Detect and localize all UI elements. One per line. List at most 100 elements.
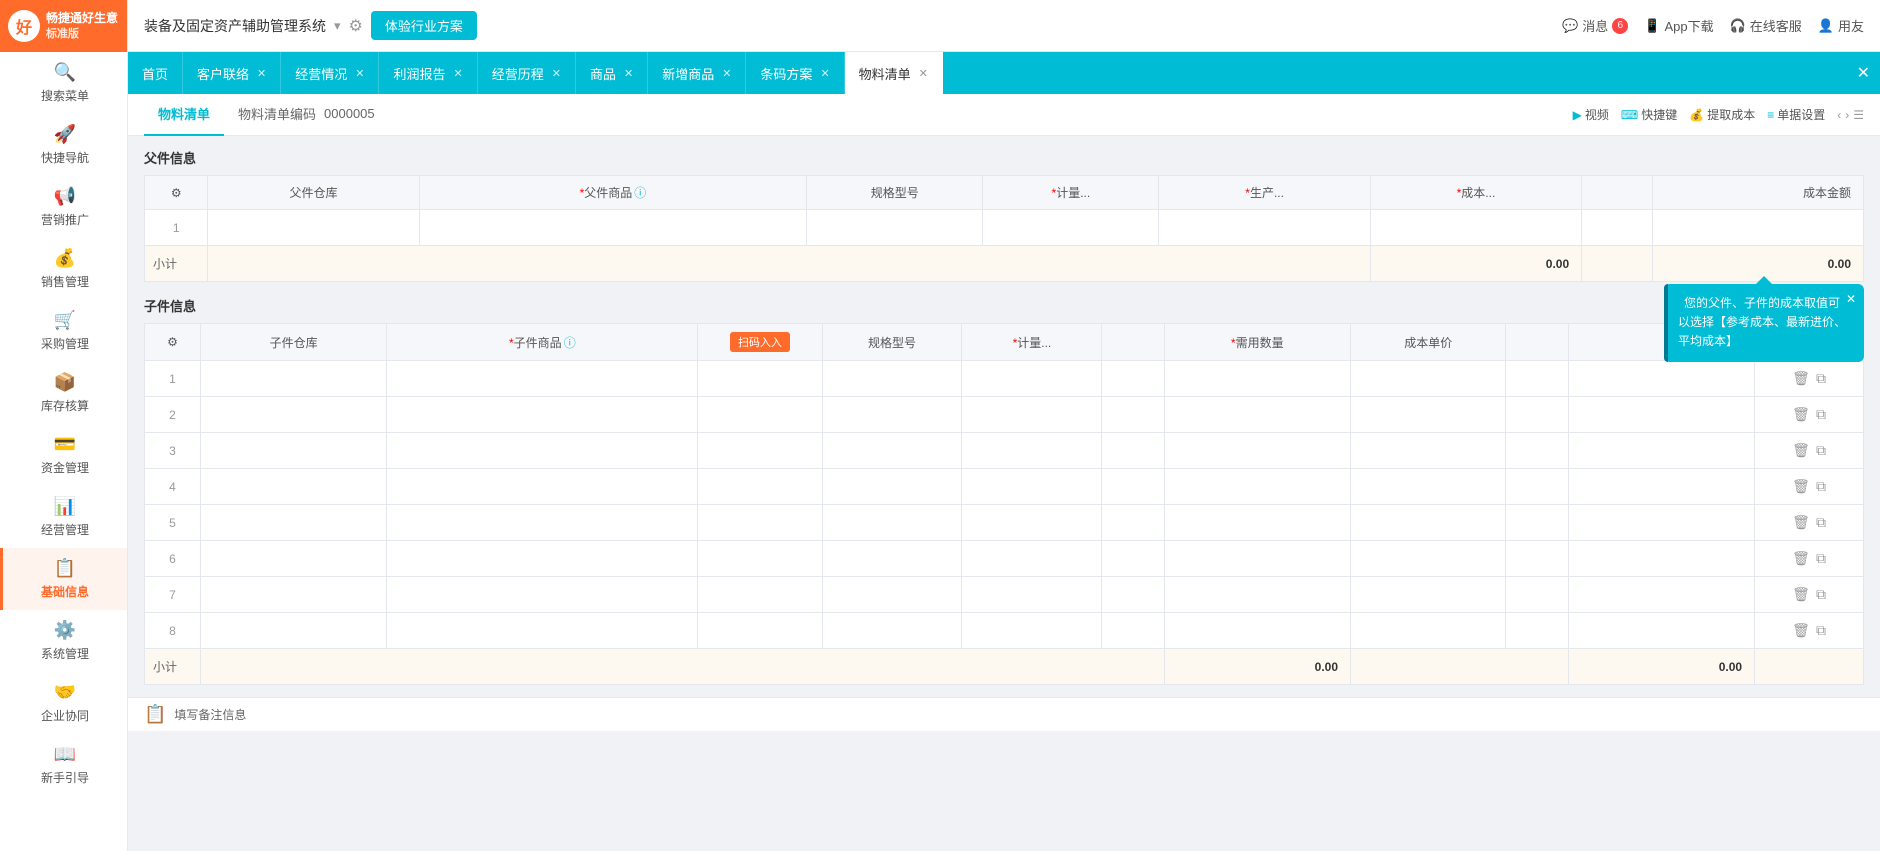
nav-tab-close-5[interactable]: ✕ bbox=[624, 67, 633, 80]
child-row-qty-6[interactable] bbox=[1164, 541, 1351, 577]
child-delete-icon-6[interactable]: 🗑 bbox=[1792, 550, 1810, 567]
parent-col-settings[interactable]: ⚙ bbox=[145, 176, 208, 210]
child-row-unit-5[interactable] bbox=[962, 505, 1102, 541]
child-row-spec-6[interactable] bbox=[822, 541, 962, 577]
child-row-scan-1[interactable] bbox=[698, 361, 822, 397]
prev-icon[interactable]: ‹ bbox=[1837, 108, 1841, 122]
more-icon[interactable]: ☰ bbox=[1853, 108, 1864, 122]
child-row-unit-1[interactable] bbox=[962, 361, 1102, 397]
sidebar-item-enterprise[interactable]: 🤝企业协同 bbox=[0, 672, 127, 734]
parent-row-spec[interactable] bbox=[807, 210, 983, 246]
child-col-scan[interactable]: 扫码入入 bbox=[698, 324, 822, 361]
child-row-spec-8[interactable] bbox=[822, 613, 962, 649]
child-row-warehouse-2[interactable] bbox=[200, 397, 387, 433]
child-row-warehouse-1[interactable] bbox=[200, 361, 387, 397]
nav-tab-5[interactable]: 商品✕ bbox=[576, 52, 648, 94]
child-row-scan-2[interactable] bbox=[698, 397, 822, 433]
child-col-settings[interactable]: ⚙ bbox=[145, 324, 201, 361]
sidebar-item-sales[interactable]: 💰销售管理 bbox=[0, 238, 127, 300]
next-icon[interactable]: › bbox=[1845, 108, 1849, 122]
child-delete-icon-1[interactable]: 🗑 bbox=[1792, 370, 1810, 387]
online-service-btn[interactable]: 🎧 在线客服 bbox=[1730, 16, 1802, 35]
tooltip-close-icon[interactable]: ✕ bbox=[1846, 290, 1856, 309]
nav-tab-close-6[interactable]: ✕ bbox=[722, 67, 731, 80]
child-row-qty-1[interactable] bbox=[1164, 361, 1351, 397]
child-row-spec-2[interactable] bbox=[822, 397, 962, 433]
child-copy-icon-6[interactable]: ⧉ bbox=[1816, 550, 1826, 567]
user-avatar-btn[interactable]: 👤 用友 bbox=[1818, 16, 1864, 35]
sub-tab-bill-list[interactable]: 物料清单 bbox=[144, 94, 224, 136]
child-row-unit-3[interactable] bbox=[962, 433, 1102, 469]
nav-tab-1[interactable]: 客户联络✕ bbox=[183, 52, 281, 94]
child-row-unit-cost-4[interactable] bbox=[1351, 469, 1506, 505]
child-row-unit-cost-8[interactable] bbox=[1351, 613, 1506, 649]
nav-tab-3[interactable]: 利润报告✕ bbox=[379, 52, 477, 94]
sidebar-item-system[interactable]: ⚙️系统管理 bbox=[0, 610, 127, 672]
parent-row-cost[interactable] bbox=[1370, 210, 1581, 246]
child-row-scan-7[interactable] bbox=[698, 577, 822, 613]
child-row-product-5[interactable] bbox=[387, 505, 698, 541]
action-bill-settings[interactable]: ≡ 单据设置 bbox=[1767, 106, 1825, 123]
child-row-unit-2[interactable] bbox=[962, 397, 1102, 433]
child-row-warehouse-7[interactable] bbox=[200, 577, 387, 613]
child-row-unit-8[interactable] bbox=[962, 613, 1102, 649]
child-row-unit-cost-3[interactable] bbox=[1351, 433, 1506, 469]
child-row-unit-6[interactable] bbox=[962, 541, 1102, 577]
message-btn[interactable]: 💬 消息 6 bbox=[1562, 16, 1628, 35]
child-row-scan-4[interactable] bbox=[698, 469, 822, 505]
child-row-warehouse-5[interactable] bbox=[200, 505, 387, 541]
child-row-warehouse-3[interactable] bbox=[200, 433, 387, 469]
child-row-scan-3[interactable] bbox=[698, 433, 822, 469]
child-row-unit-7[interactable] bbox=[962, 577, 1102, 613]
child-row-qty-7[interactable] bbox=[1164, 577, 1351, 613]
child-row-spec-5[interactable] bbox=[822, 505, 962, 541]
parent-row-unit[interactable] bbox=[983, 210, 1159, 246]
child-row-unit-cost-2[interactable] bbox=[1351, 397, 1506, 433]
child-row-scan-6[interactable] bbox=[698, 541, 822, 577]
child-row-product-7[interactable] bbox=[387, 577, 698, 613]
child-delete-icon-7[interactable]: 🗑 bbox=[1792, 586, 1810, 603]
nav-tab-close-7[interactable]: ✕ bbox=[820, 67, 829, 80]
scan-btn[interactable]: 扫码入入 bbox=[730, 332, 790, 352]
child-delete-icon-5[interactable]: 🗑 bbox=[1792, 514, 1810, 531]
child-copy-icon-8[interactable]: ⧉ bbox=[1816, 622, 1826, 639]
action-extract-cost[interactable]: 💰 提取成本 bbox=[1689, 106, 1755, 123]
settings-icon[interactable]: ⚙ bbox=[349, 16, 363, 36]
child-row-qty-5[interactable] bbox=[1164, 505, 1351, 541]
child-row-qty-2[interactable] bbox=[1164, 397, 1351, 433]
child-copy-icon-7[interactable]: ⧉ bbox=[1816, 586, 1826, 603]
sidebar-item-finance[interactable]: 💳资金管理 bbox=[0, 424, 127, 486]
child-row-spec-7[interactable] bbox=[822, 577, 962, 613]
nav-tab-close-1[interactable]: ✕ bbox=[257, 67, 266, 80]
child-delete-icon-2[interactable]: 🗑 bbox=[1792, 406, 1810, 423]
app-download-btn[interactable]: 📱 App下载 bbox=[1644, 16, 1713, 35]
child-row-spec-1[interactable] bbox=[822, 361, 962, 397]
parent-row-warehouse[interactable] bbox=[208, 210, 419, 246]
nav-tab-close-2[interactable]: ✕ bbox=[355, 67, 364, 80]
nav-tab-8[interactable]: 物料清单✕ bbox=[845, 52, 943, 94]
sidebar-item-quicknav[interactable]: 🚀快捷导航 bbox=[0, 114, 127, 176]
child-row-product-1[interactable] bbox=[387, 361, 698, 397]
sidebar-item-guide[interactable]: 📖新手引导 bbox=[0, 734, 127, 796]
sidebar-item-ops[interactable]: 📊经营管理 bbox=[0, 486, 127, 548]
sidebar-item-basic[interactable]: 📋基础信息 bbox=[0, 548, 127, 610]
nav-tab-close-3[interactable]: ✕ bbox=[454, 67, 463, 80]
system-dropdown-icon[interactable]: ▾ bbox=[334, 18, 341, 34]
action-video[interactable]: ▶ 视频 bbox=[1573, 106, 1609, 123]
sidebar-item-inventory[interactable]: 📦库存核算 bbox=[0, 362, 127, 424]
child-copy-icon-4[interactable]: ⧉ bbox=[1816, 478, 1826, 495]
child-row-qty-8[interactable] bbox=[1164, 613, 1351, 649]
child-row-product-4[interactable] bbox=[387, 469, 698, 505]
close-all-tabs-btn[interactable]: ✕ bbox=[1847, 63, 1880, 83]
sidebar-item-search[interactable]: 🔍搜索菜单 bbox=[0, 52, 127, 114]
sidebar-item-purchase[interactable]: 🛒采购管理 bbox=[0, 300, 127, 362]
child-row-unit-cost-1[interactable] bbox=[1351, 361, 1506, 397]
child-delete-icon-3[interactable]: 🗑 bbox=[1792, 442, 1810, 459]
child-row-unit-cost-7[interactable] bbox=[1351, 577, 1506, 613]
child-row-warehouse-4[interactable] bbox=[200, 469, 387, 505]
child-row-warehouse-6[interactable] bbox=[200, 541, 387, 577]
child-delete-icon-8[interactable]: 🗑 bbox=[1792, 622, 1810, 639]
trial-button[interactable]: 体验行业方案 bbox=[371, 11, 477, 40]
child-row-spec-4[interactable] bbox=[822, 469, 962, 505]
child-row-product-2[interactable] bbox=[387, 397, 698, 433]
